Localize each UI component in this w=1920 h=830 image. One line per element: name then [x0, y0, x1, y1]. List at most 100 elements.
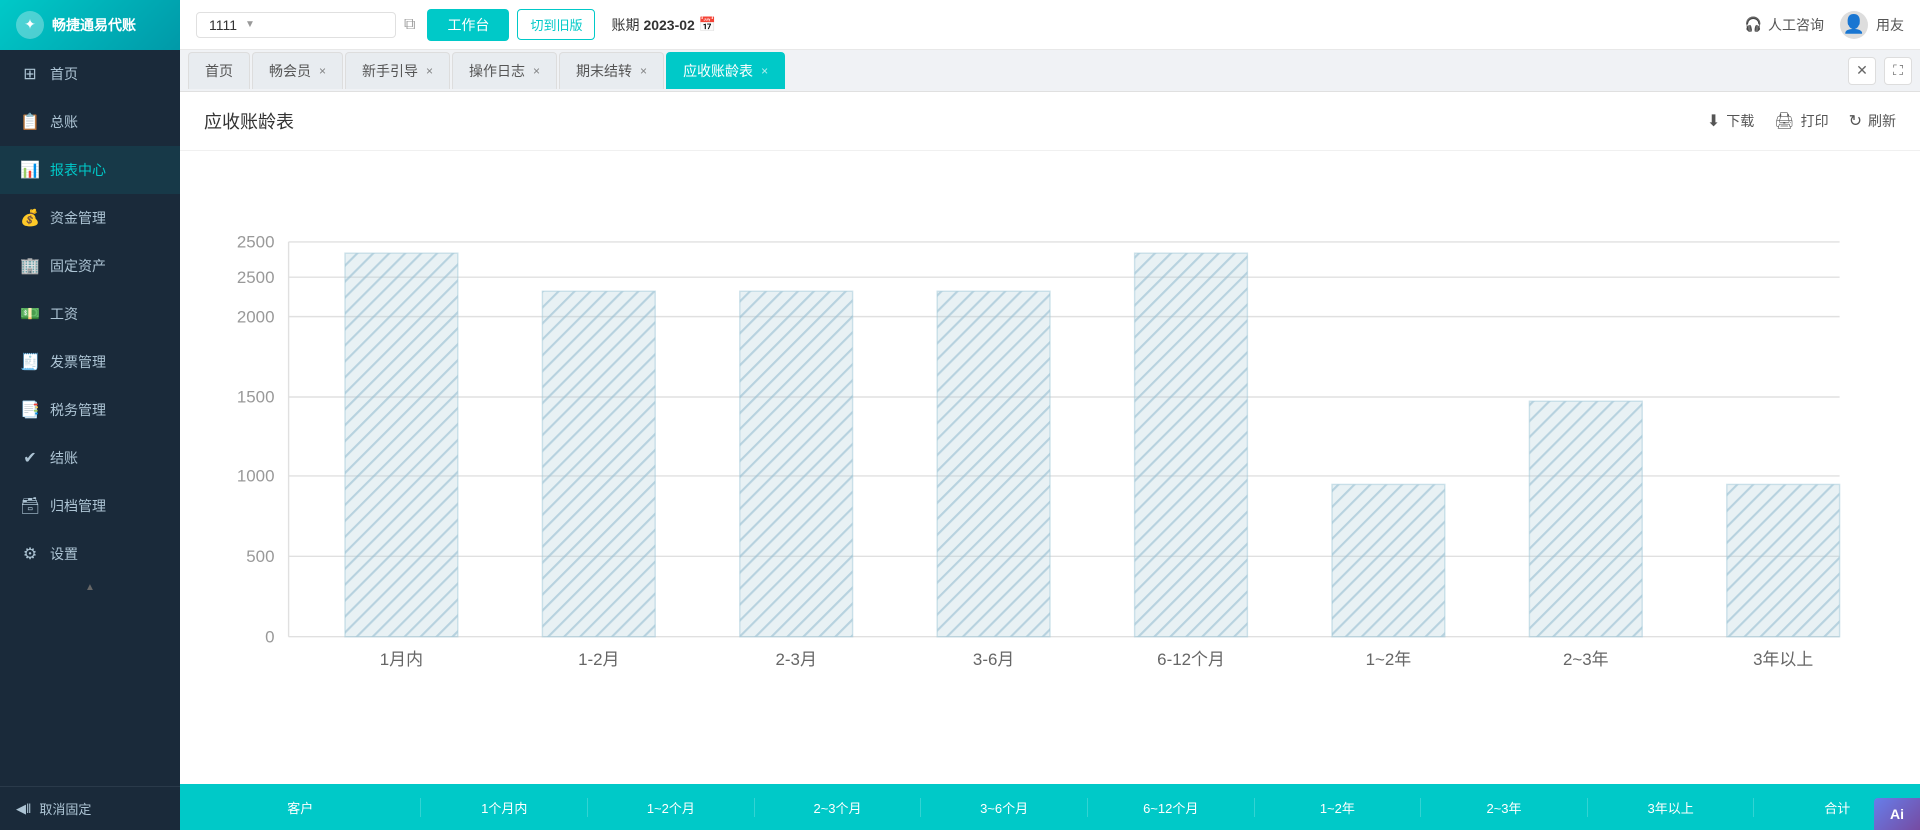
pin-icon: ◀‖: [16, 801, 31, 817]
svg-text:2-3月: 2-3月: [776, 650, 817, 669]
archive-icon: 🗃: [20, 496, 40, 516]
svg-text:500: 500: [246, 547, 274, 566]
payroll-icon: 💵: [20, 304, 40, 324]
tab-bar: 首页 畅会员 × 新手引导 × 操作日志 × 期末结转 × 应收账龄表 ×: [180, 50, 1920, 92]
svg-text:1月内: 1月内: [380, 650, 423, 669]
company-name: 1111: [209, 17, 237, 33]
download-button[interactable]: ⬇ 下载: [1707, 111, 1754, 131]
print-button[interactable]: 🖨 打印: [1774, 111, 1828, 131]
page-content: 应收账龄表 ⬇ 下载 🖨 打印 ↻ 刷新: [180, 92, 1920, 830]
refresh-button[interactable]: ↻ 刷新: [1849, 111, 1896, 131]
sidebar-item-settings[interactable]: ⚙ 设置: [0, 530, 180, 578]
gear-icon: ⚙: [20, 544, 40, 564]
top-header: ✦ 畅捷通易代账 1111 ▼ ⧉ 工作台 切到旧版 账期 2023-02 📅 …: [0, 0, 1920, 50]
sidebar-item-finance[interactable]: 💰 资金管理: [0, 194, 180, 242]
close-icon[interactable]: ×: [640, 64, 647, 78]
svg-text:3年以上: 3年以上: [1753, 650, 1813, 669]
support-button[interactable]: 🎧 人工咨询: [1745, 15, 1824, 35]
tab-guide[interactable]: 新手引导 ×: [345, 52, 450, 89]
scroll-indicator: ▲: [0, 578, 180, 597]
close-icon[interactable]: ×: [533, 64, 540, 78]
fixed-assets-icon: 🏢: [20, 256, 40, 276]
svg-text:1-2月: 1-2月: [578, 650, 619, 669]
close-tab-button[interactable]: ✕: [1848, 57, 1876, 85]
sidebar-item-archive[interactable]: 🗃 归档管理: [0, 482, 180, 530]
sidebar-item-label: 税务管理: [50, 400, 106, 420]
company-selector[interactable]: 1111 ▼: [196, 12, 396, 38]
page-header: 应收账龄表 ⬇ 下载 🖨 打印 ↻ 刷新: [180, 92, 1920, 151]
refresh-icon: ↻: [1849, 111, 1862, 131]
sidebar-item-label: 首页: [50, 64, 78, 84]
sidebar-item-label: 报表中心: [50, 160, 106, 180]
sidebar-item-label: 结账: [50, 448, 78, 468]
svg-text:1~2年: 1~2年: [1366, 650, 1412, 669]
col-3-6m: 3~6个月: [921, 798, 1088, 817]
tab-period-close[interactable]: 期末结转 ×: [559, 52, 664, 89]
sidebar-item-invoice[interactable]: 🧾 发票管理: [0, 338, 180, 386]
finance-icon: 💰: [20, 208, 40, 228]
switch-version-button[interactable]: 切到旧版: [517, 9, 595, 40]
cancel-pin-button[interactable]: ◀‖ 取消固定: [0, 786, 180, 830]
sidebar-item-fixed-assets[interactable]: 🏢 固定资产: [0, 242, 180, 290]
user-area[interactable]: 👤 用友: [1840, 11, 1904, 39]
close-icon[interactable]: ×: [319, 64, 326, 78]
bar-1: [345, 253, 458, 637]
sidebar-item-home[interactable]: ⊞ 首页: [0, 50, 180, 98]
ledger-icon: 📋: [20, 112, 40, 132]
sidebar-item-label: 发票管理: [50, 352, 106, 372]
table-header: 客户 1个月内 1~2个月 2~3个月 3~6个月 6~12个月 1~2年 2~…: [180, 784, 1920, 830]
bar-6: [1332, 484, 1445, 636]
copy-icon[interactable]: ⧉: [404, 16, 415, 34]
close-icon[interactable]: ×: [426, 64, 433, 78]
svg-text:2500: 2500: [237, 233, 275, 252]
sidebar-item-close-accounts[interactable]: ✔ 结账: [0, 434, 180, 482]
close-icon[interactable]: ×: [761, 64, 768, 78]
user-name: 用友: [1876, 15, 1904, 35]
reports-icon: 📊: [20, 160, 40, 180]
invoice-icon: 🧾: [20, 352, 40, 372]
sidebar-item-reports[interactable]: 📊 报表中心: [0, 146, 180, 194]
sidebar-item-label: 归档管理: [50, 496, 106, 516]
sidebar-item-label: 固定资产: [50, 256, 106, 276]
sidebar-item-label: 资金管理: [50, 208, 106, 228]
tab-home[interactable]: 首页: [188, 52, 250, 89]
tab-ar-aging[interactable]: 应收账龄表 ×: [666, 52, 785, 89]
col-1-2y: 1~2年: [1255, 798, 1422, 817]
sidebar-item-payroll[interactable]: 💵 工资: [0, 290, 180, 338]
bar-5: [1135, 253, 1248, 637]
page-title: 应收账龄表: [204, 108, 294, 134]
tab-oplog[interactable]: 操作日志 ×: [452, 52, 557, 89]
workbench-button[interactable]: 工作台: [427, 9, 509, 41]
sidebar-item-label: 工资: [50, 304, 78, 324]
logo-icon: ✦: [16, 11, 44, 39]
bar-2: [542, 291, 655, 636]
period-label: 账期: [611, 15, 639, 35]
avatar: 👤: [1840, 11, 1868, 39]
sidebar-item-label: 设置: [50, 544, 78, 564]
chevron-down-icon: ▼: [245, 19, 255, 30]
maximize-button[interactable]: ⛶: [1884, 57, 1912, 85]
sidebar-item-label: 总账: [50, 112, 78, 132]
chart-area: 0 500 1000 1500 2000 2500 2500: [180, 151, 1920, 784]
tab-member[interactable]: 畅会员 ×: [252, 52, 343, 89]
home-icon: ⊞: [20, 64, 40, 84]
bar-chart: 0 500 1000 1500 2000 2500 2500: [204, 171, 1896, 764]
sidebar-item-tax[interactable]: 📑 税务管理: [0, 386, 180, 434]
col-1m: 1个月内: [421, 798, 588, 817]
svg-text:2500: 2500: [237, 268, 275, 287]
col-6-12m: 6~12个月: [1088, 798, 1255, 817]
headset-icon: 🎧: [1745, 16, 1762, 33]
col-2-3m: 2~3个月: [755, 798, 922, 817]
col-2-3y: 2~3年: [1421, 798, 1588, 817]
svg-text:1500: 1500: [237, 388, 275, 407]
header-right: 🎧 人工咨询 👤 用友: [1745, 11, 1904, 39]
sidebar-item-ledger[interactable]: 📋 总账: [0, 98, 180, 146]
sidebar: ⊞ 首页 📋 总账 📊 报表中心 💰 资金管理 🏢 固定资产 💵 工资 🧾 发票…: [0, 50, 180, 830]
tab-actions: ✕ ⛶: [1848, 57, 1912, 85]
print-icon: 🖨: [1774, 111, 1794, 131]
bar-3: [740, 291, 853, 636]
ai-badge[interactable]: Ai: [1874, 798, 1920, 830]
svg-text:2~3年: 2~3年: [1563, 650, 1609, 669]
bar-7: [1529, 401, 1642, 636]
calendar-icon[interactable]: 📅: [699, 16, 716, 33]
